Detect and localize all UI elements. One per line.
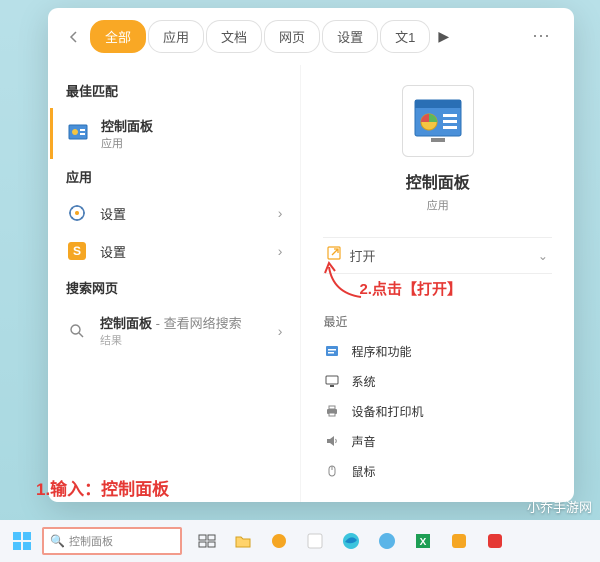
taskbar-pinned-apps: X — [194, 528, 508, 554]
tab-web[interactable]: 网页 — [264, 20, 320, 53]
start-button[interactable] — [6, 525, 38, 557]
preview-title: 控制面板 — [323, 169, 552, 193]
results-column: 最佳匹配 控制面板 应用 应用 设置 › S 设置 › — [48, 65, 300, 502]
best-match-title: 控制面板 — [101, 116, 286, 135]
taskbar-search-box[interactable]: 🔍 — [42, 527, 182, 555]
programs-icon — [323, 342, 341, 360]
search-icon: 🔍 — [50, 534, 65, 548]
web-heading: 搜索网页 — [48, 270, 300, 305]
app-result-settings-1[interactable]: 设置 › — [48, 194, 300, 232]
recent-heading: 最近 — [323, 313, 552, 330]
annotation-step-2: 2.点击【打开】 — [359, 278, 552, 299]
app-result-settings-2[interactable]: S 设置 › — [48, 232, 300, 270]
recent-item-sound[interactable]: 声音 — [323, 426, 552, 456]
tab-more-truncated[interactable]: 文1 — [380, 20, 430, 53]
open-label: 打开 — [349, 246, 537, 265]
recent-item-programs[interactable]: 程序和功能 — [323, 336, 552, 366]
best-match-subtitle: 应用 — [101, 135, 286, 151]
app-icon-2[interactable] — [302, 528, 328, 554]
system-icon — [323, 372, 341, 390]
web-result-text: 控制面板 - 查看网络搜索 — [100, 313, 278, 332]
taskbar: 🔍 X — [0, 520, 600, 562]
more-menu-icon[interactable]: ⋯ — [524, 26, 560, 47]
excel-icon[interactable]: X — [410, 528, 436, 554]
app-icon-1[interactable] — [266, 528, 292, 554]
web-search-result[interactable]: 控制面板 - 查看网络搜索 结果 › — [48, 305, 300, 356]
preview-subtitle: 应用 — [323, 197, 552, 213]
mouse-icon — [323, 462, 341, 480]
app-label: 设置 — [100, 242, 278, 261]
taskview-icon[interactable] — [194, 528, 220, 554]
apps-heading: 应用 — [48, 159, 300, 194]
tab-apps[interactable]: 应用 — [148, 20, 204, 53]
svg-text:X: X — [420, 537, 427, 548]
header-tabs: 全部 应用 文档 网页 设置 文1 ▶ — [90, 20, 520, 53]
explorer-icon[interactable] — [230, 528, 256, 554]
sogou-icon: S — [66, 240, 88, 262]
app-icon-4[interactable] — [446, 528, 472, 554]
panel-content: 最佳匹配 控制面板 应用 应用 设置 › S 设置 › — [48, 65, 574, 502]
preview-column: 控制面板 应用 打开 ⌄ 2.点击【打开】 最近 程序和功能 系统 设备和打印机… — [300, 65, 574, 502]
open-icon — [327, 246, 341, 265]
best-match-heading: 最佳匹配 — [48, 73, 300, 108]
panel-header: 全部 应用 文档 网页 设置 文1 ▶ ⋯ — [48, 8, 574, 65]
app-label: 设置 — [100, 204, 278, 223]
app-icon-3[interactable] — [374, 528, 400, 554]
chevron-right-icon: › — [278, 243, 283, 259]
search-icon — [66, 320, 88, 342]
chevron-right-icon: › — [278, 323, 283, 339]
recent-section: 最近 程序和功能 系统 设备和打印机 声音 鼠标 — [323, 313, 552, 486]
gear-icon — [66, 202, 88, 224]
printer-icon — [323, 402, 341, 420]
annotation-step-1: 1.输入：控制面板 — [36, 475, 169, 500]
edge-icon[interactable] — [338, 528, 364, 554]
control-panel-icon — [67, 123, 89, 145]
open-button[interactable]: 打开 ⌄ — [323, 237, 552, 274]
search-panel: 全部 应用 文档 网页 设置 文1 ▶ ⋯ 最佳匹配 控制面板 应用 应用 — [48, 8, 574, 502]
chevron-right-icon: › — [278, 205, 283, 221]
app-icon-5[interactable] — [482, 528, 508, 554]
chevron-down-icon: ⌄ — [538, 249, 548, 263]
tab-settings[interactable]: 设置 — [322, 20, 378, 53]
recent-item-devices[interactable]: 设备和打印机 — [323, 396, 552, 426]
back-arrow-icon[interactable] — [62, 25, 86, 49]
best-match-item[interactable]: 控制面板 应用 — [50, 108, 300, 159]
tab-documents[interactable]: 文档 — [206, 20, 262, 53]
speaker-icon — [323, 432, 341, 450]
web-result-sub: 结果 — [100, 332, 278, 348]
preview-app-icon — [402, 85, 474, 157]
recent-item-mouse[interactable]: 鼠标 — [323, 456, 552, 486]
recent-item-system[interactable]: 系统 — [323, 366, 552, 396]
tabs-overflow-arrow-icon[interactable]: ▶ — [432, 28, 455, 45]
svg-text:S: S — [73, 244, 81, 258]
taskbar-search-input[interactable] — [69, 535, 174, 547]
watermark-text: 小乔手游网 — [527, 497, 592, 516]
tab-all[interactable]: 全部 — [90, 20, 146, 53]
